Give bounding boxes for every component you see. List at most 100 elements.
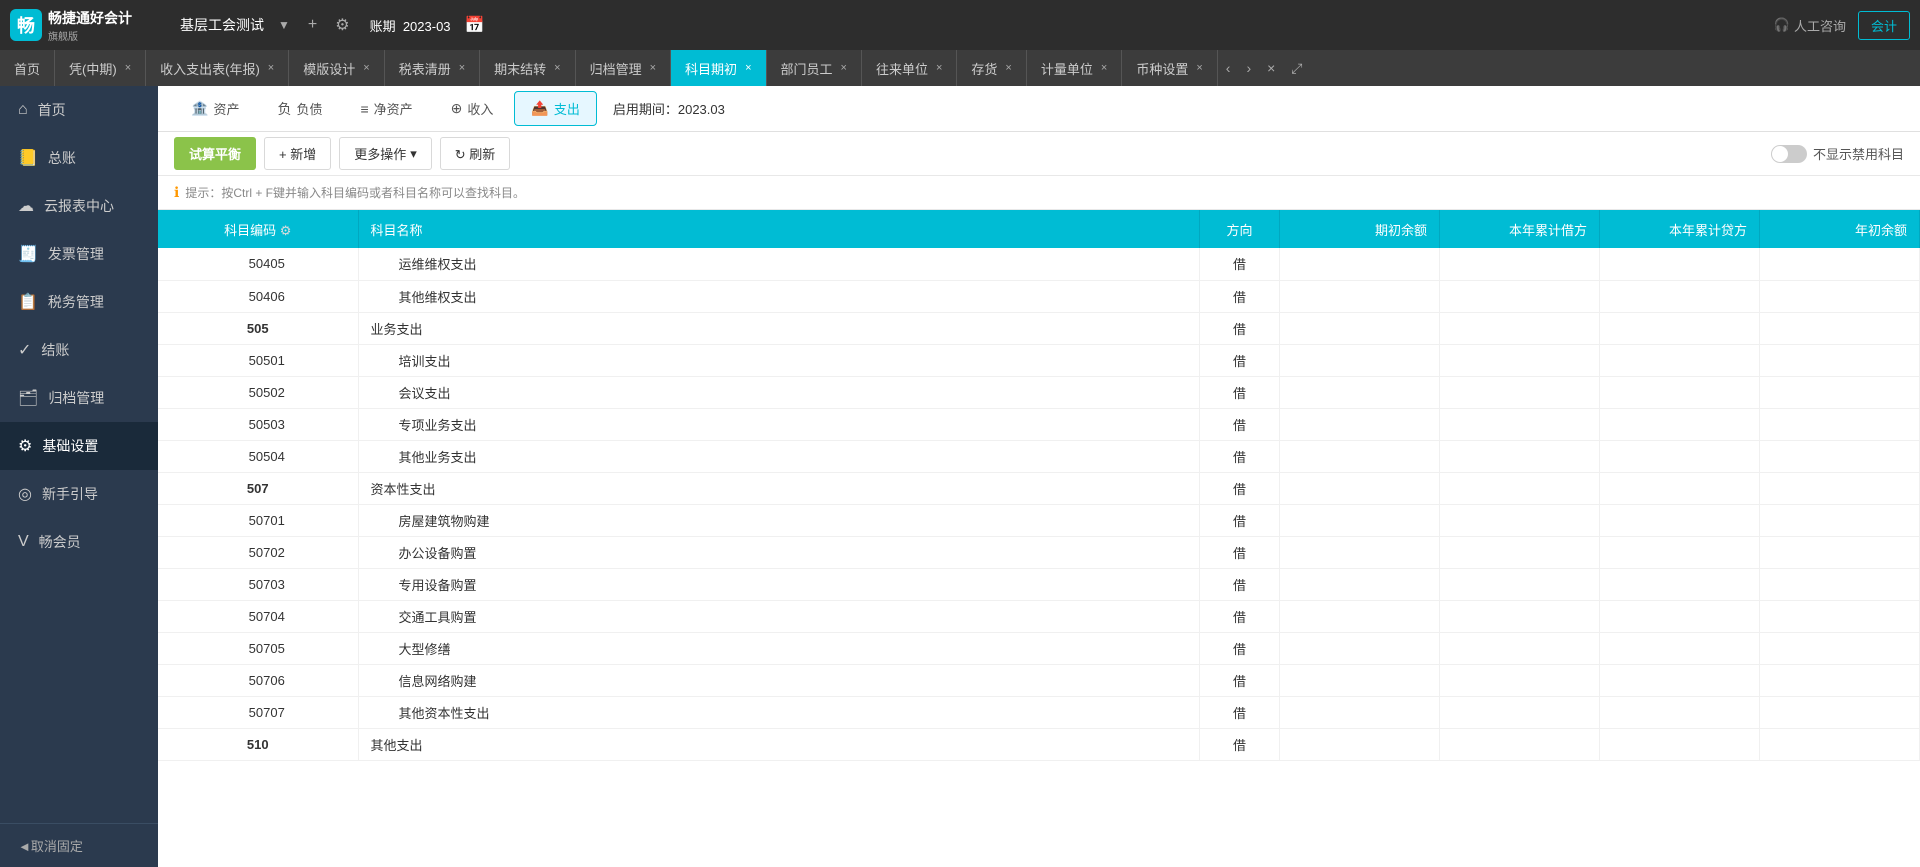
cell-direction: 借 [1200, 536, 1280, 568]
table-row[interactable]: 50502会议支出借 [158, 376, 1920, 408]
table-row[interactable]: 507资本性支出借 [158, 472, 1920, 504]
cell-balance [1280, 664, 1440, 696]
chevron-down-icon: ▾ [410, 146, 417, 162]
tab-expand-btn[interactable]: ⤢ [1283, 50, 1310, 86]
cell-direction: 借 [1200, 600, 1280, 632]
tab-subject-init[interactable]: 科目期初 × [671, 50, 766, 86]
calendar-icon[interactable]: 📅 [465, 15, 485, 35]
table-row[interactable]: 50707其他资本性支出借 [158, 696, 1920, 728]
sidebar-pin-btn[interactable]: ◄取消固定 [0, 823, 158, 867]
col-settings-icon[interactable]: ⚙ [280, 223, 292, 238]
table-row[interactable]: 505业务支出借 [158, 312, 1920, 344]
tab-tax[interactable]: 税表清册 × [385, 50, 480, 86]
balance-button[interactable]: 试算平衡 [174, 137, 256, 170]
support-link[interactable]: 🎧 人工咨询 [1774, 16, 1846, 35]
tab-close-template[interactable]: × [363, 62, 369, 74]
tab-period-end[interactable]: 期末结转 × [480, 50, 575, 86]
sidebar-item-guide[interactable]: ◎ 新手引导 [0, 470, 158, 518]
cell-code: 50501 [158, 344, 358, 376]
table-row[interactable]: 50706信息网络购建借 [158, 664, 1920, 696]
tab-income[interactable]: 收入支出表(年报) × [146, 50, 289, 86]
cell-balance [1280, 376, 1440, 408]
cell-year-bal [1760, 600, 1920, 632]
tab-counterpart[interactable]: 往来单位 × [862, 50, 957, 86]
sidebar-item-tax[interactable]: 📋 税务管理 [0, 278, 158, 326]
table-row[interactable]: 50501培训支出借 [158, 344, 1920, 376]
table-row[interactable]: 50504其他业务支出借 [158, 440, 1920, 472]
table-row[interactable]: 50702办公设备购置借 [158, 536, 1920, 568]
tab-close-counterpart[interactable]: × [936, 62, 942, 74]
add-button[interactable]: + 新增 [264, 137, 331, 170]
cell-direction: 借 [1200, 472, 1280, 504]
table-row[interactable]: 50703专用设备购置借 [158, 568, 1920, 600]
table-row[interactable]: 50405运维维权支出借 [158, 248, 1920, 280]
sub-tab-asset[interactable]: 🏦 资产 [174, 91, 256, 126]
tab-home[interactable]: 首页 [0, 50, 55, 86]
more-button[interactable]: 更多操作 ▾ [339, 137, 432, 170]
tab-template[interactable]: 模版设计 × [289, 50, 384, 86]
cell-name: 办公设备购置 [358, 536, 1200, 568]
col-header-code: 科目编码 ⚙ [158, 210, 358, 248]
main-layout: ⌂ 首页 📒 总账 ☁ 云报表中心 🧾 发票管理 📋 税务管理 ✓ 结账 🗂 归… [0, 86, 1920, 867]
tab-close-archive[interactable]: × [650, 62, 656, 74]
sidebar-item-settings[interactable]: ⚙ 基础设置 [0, 422, 158, 470]
tab-unit[interactable]: 计量单位 × [1027, 50, 1122, 86]
table-row[interactable]: 50503专项业务支出借 [158, 408, 1920, 440]
cell-year-bal [1760, 664, 1920, 696]
sub-tab-liability[interactable]: 负 负债 [260, 91, 339, 127]
company-dropdown-icon[interactable]: ▼ [278, 18, 290, 32]
cell-direction: 借 [1200, 248, 1280, 280]
cell-year-dr [1440, 408, 1600, 440]
tab-close-period-end[interactable]: × [554, 62, 560, 74]
sidebar-item-member[interactable]: V 畅会员 [0, 518, 158, 566]
tab-close-inventory[interactable]: × [1005, 62, 1011, 74]
tab-close-dept[interactable]: × [841, 62, 847, 74]
cell-balance [1280, 728, 1440, 760]
sub-tab-income[interactable]: ⊕ 收入 [434, 91, 511, 126]
table-row[interactable]: 50704交通工具购置借 [158, 600, 1920, 632]
refresh-button[interactable]: ↻ 刷新 [440, 137, 511, 170]
tab-currency[interactable]: 币种设置 × [1122, 50, 1217, 86]
sidebar-item-ledger[interactable]: 📒 总账 [0, 134, 158, 182]
period-hint: 启用期间：2023.03 [613, 99, 725, 118]
tab-inventory[interactable]: 存货 × [957, 50, 1026, 86]
table-row[interactable]: 50406其他维权支出借 [158, 280, 1920, 312]
switch-track[interactable] [1771, 145, 1807, 163]
sidebar-item-home[interactable]: ⌂ 首页 [0, 86, 158, 134]
tab-close-income[interactable]: × [268, 62, 274, 74]
cell-balance [1280, 600, 1440, 632]
tab-close-tax[interactable]: × [459, 62, 465, 74]
table-row[interactable]: 510其他支出借 [158, 728, 1920, 760]
cell-balance [1280, 280, 1440, 312]
sub-tab-expense[interactable]: 📤 支出 [514, 91, 596, 126]
tab-close-cashbook[interactable]: × [125, 62, 131, 74]
tab-archive[interactable]: 归档管理 × [576, 50, 671, 86]
sidebar-item-reports[interactable]: ☁ 云报表中心 [0, 182, 158, 230]
tab-next-btn[interactable]: › [1238, 50, 1259, 86]
tab-close-all-btn[interactable]: × [1259, 50, 1283, 86]
tab-cashbook[interactable]: 凭(中期) × [55, 50, 146, 86]
close-period-icon: ✓ [18, 340, 31, 360]
settings-icon[interactable]: ⚙ [335, 15, 349, 35]
sidebar-item-close[interactable]: ✓ 结账 [0, 326, 158, 374]
cell-year-cr [1600, 376, 1760, 408]
table-row[interactable]: 50705大型修缮借 [158, 632, 1920, 664]
table-row[interactable]: 50701房屋建筑物购建借 [158, 504, 1920, 536]
tab-dept[interactable]: 部门员工 × [767, 50, 862, 86]
hint-bar: ℹ 提示：按Ctrl + F键并输入科目编码或者科目名称可以查找科目。 [158, 176, 1920, 210]
add-company-icon[interactable]: + [308, 16, 317, 34]
sub-tab-equity[interactable]: ≡ 净资产 [343, 91, 429, 126]
disable-toggle[interactable]: 不显示禁用科目 [1771, 144, 1904, 163]
ledger-icon: 📒 [18, 148, 38, 168]
guide-icon: ◎ [18, 484, 32, 504]
sidebar-item-archive[interactable]: 🗂 归档管理 [0, 374, 158, 422]
cell-year-dr [1440, 600, 1600, 632]
tab-prev-btn[interactable]: ‹ [1218, 50, 1239, 86]
cell-year-cr [1600, 248, 1760, 280]
tab-close-subject-init[interactable]: × [745, 62, 751, 74]
cell-name: 交通工具购置 [358, 600, 1200, 632]
account-button[interactable]: 会计 [1858, 11, 1910, 40]
sidebar-item-invoice[interactable]: 🧾 发票管理 [0, 230, 158, 278]
tab-close-unit[interactable]: × [1101, 62, 1107, 74]
tab-close-currency[interactable]: × [1196, 62, 1202, 74]
